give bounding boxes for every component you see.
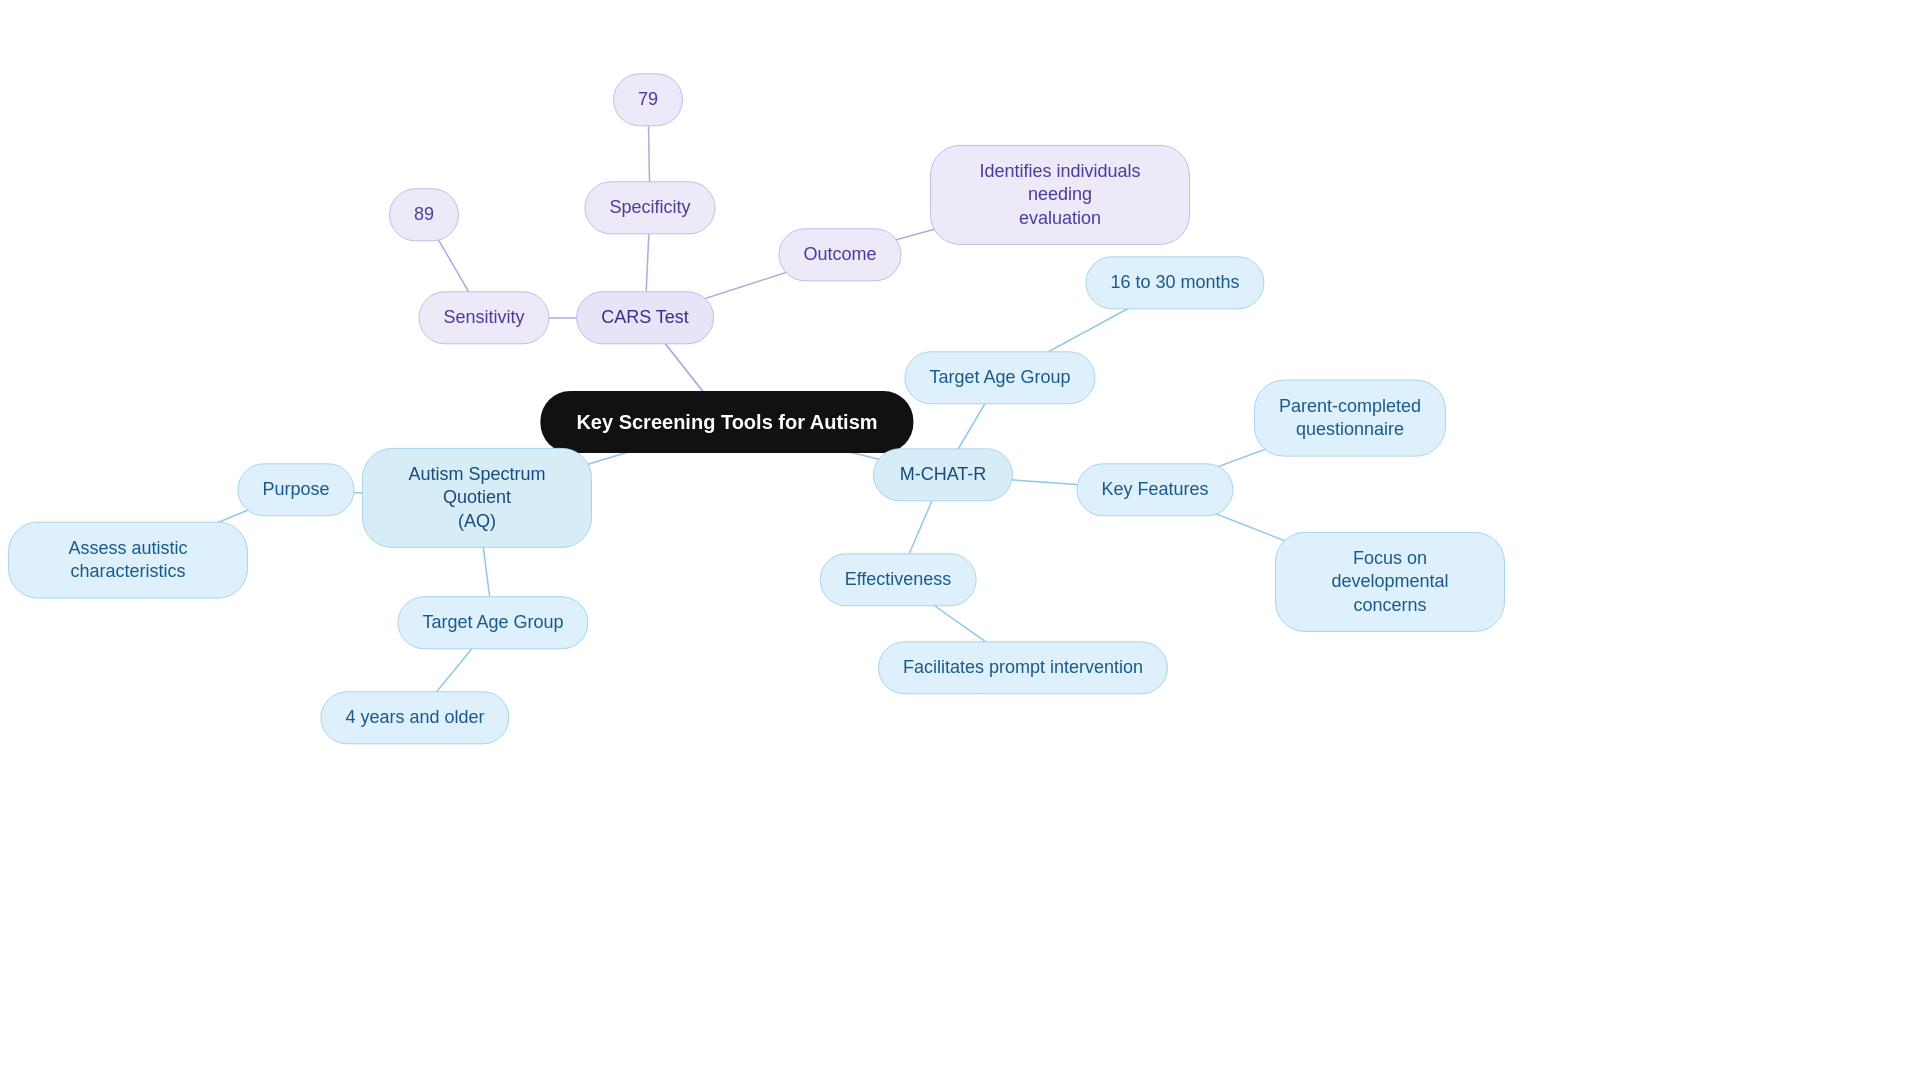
mchat-effect-node[interactable]: Effectiveness <box>820 553 977 606</box>
aq-assess-node[interactable]: Assess autistic characteristics <box>8 522 248 599</box>
center-node[interactable]: Key Screening Tools for Autism <box>540 391 913 453</box>
value-89-node[interactable]: 89 <box>389 188 459 241</box>
sensitivity-node[interactable]: Sensitivity <box>418 291 549 344</box>
specificity-node[interactable]: Specificity <box>584 181 715 234</box>
outcome-node[interactable]: Outcome <box>778 228 901 281</box>
aq-age-val-node[interactable]: 4 years and older <box>320 691 509 744</box>
mchat-age-node[interactable]: Target Age Group <box>904 351 1095 404</box>
cars-node[interactable]: CARS Test <box>576 291 714 344</box>
value-79-node[interactable]: 79 <box>613 73 683 126</box>
mchat-feat1-node[interactable]: Parent-completed questionnaire <box>1254 380 1446 457</box>
mchat-effect-val-node[interactable]: Facilitates prompt intervention <box>878 641 1168 694</box>
mind-map-canvas: Key Screening Tools for Autism CARS Test… <box>0 0 1920 1083</box>
aq-age-node[interactable]: Target Age Group <box>397 596 588 649</box>
mchat-features-node[interactable]: Key Features <box>1076 463 1233 516</box>
aq-node[interactable]: Autism Spectrum Quotient (AQ) <box>362 448 592 548</box>
aq-purpose-node[interactable]: Purpose <box>237 463 354 516</box>
mchat-node[interactable]: M-CHAT-R <box>873 448 1013 501</box>
mchat-age-val-node[interactable]: 16 to 30 months <box>1085 256 1264 309</box>
identifies-node[interactable]: Identifies individuals needing evaluatio… <box>930 145 1190 245</box>
mchat-feat2-node[interactable]: Focus on developmental concerns <box>1275 532 1505 632</box>
